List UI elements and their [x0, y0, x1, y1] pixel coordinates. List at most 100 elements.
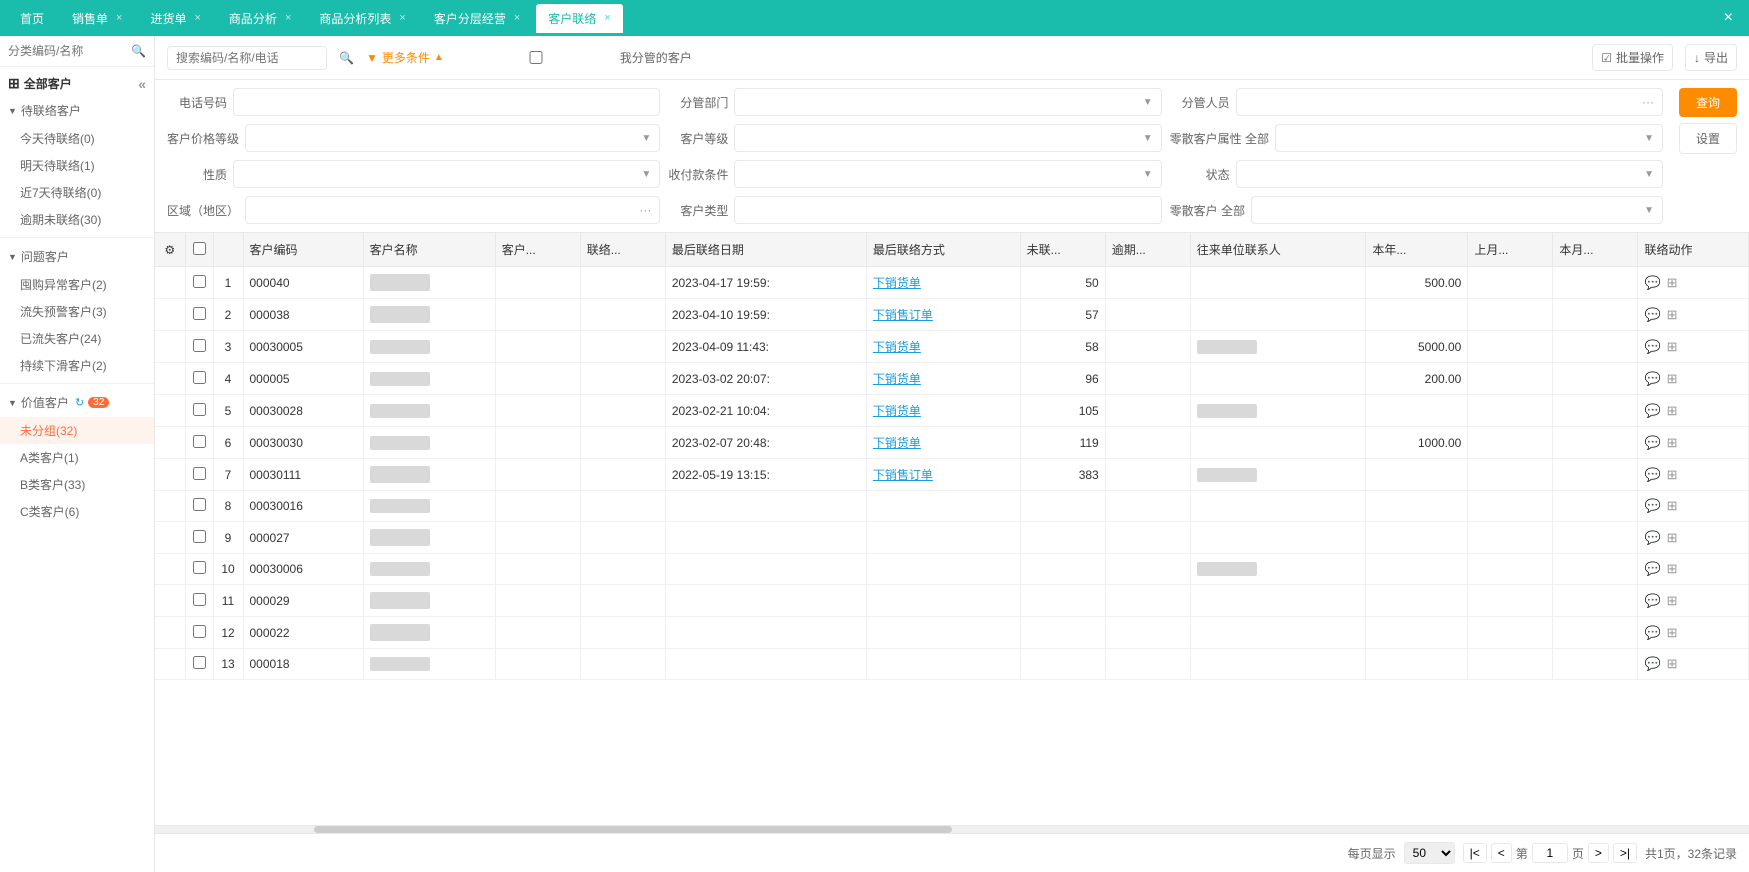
first-page-button[interactable]: |< — [1463, 843, 1487, 863]
nav-home[interactable]: 首页 — [8, 4, 56, 33]
chat-icon[interactable]: 💬 — [1644, 625, 1660, 641]
unit-contact-header[interactable]: 往来单位联系人 — [1190, 233, 1366, 267]
row-checkbox[interactable] — [193, 498, 206, 511]
chat-icon[interactable]: 💬 — [1644, 371, 1660, 387]
row-checkbox-cell[interactable] — [185, 267, 213, 299]
sidebar-item-churned[interactable]: 已流失客户(24) — [0, 325, 154, 352]
row-checkbox-cell[interactable] — [185, 554, 213, 585]
chat-icon[interactable]: 💬 — [1644, 593, 1660, 609]
retail-customer-select[interactable]: ▼ — [1251, 196, 1663, 224]
select-all-checkbox[interactable] — [193, 242, 206, 255]
manager-input[interactable]: ··· — [1236, 88, 1663, 116]
all-customers-header[interactable]: ⊞ 全部客户 « — [0, 67, 154, 96]
row-checkbox[interactable] — [193, 530, 206, 543]
nav-sales[interactable]: 销售单 × — [60, 4, 134, 33]
row-checkbox-cell[interactable] — [185, 585, 213, 617]
row-last-contact-way-cell[interactable] — [866, 585, 1020, 617]
batch-op-button[interactable]: ☑ 批量操作 — [1592, 44, 1673, 71]
row-checkbox[interactable] — [193, 467, 206, 480]
search-submit-icon[interactable]: 🔍 — [339, 51, 354, 65]
nav-product-analysis[interactable]: 商品分析 × — [217, 4, 303, 33]
type-header[interactable]: 客户... — [495, 233, 580, 267]
group-problem-customers[interactable]: ▼ 问题客户 — [0, 242, 154, 271]
my-customers-checkbox[interactable] — [456, 51, 616, 64]
next-page-button[interactable]: > — [1588, 843, 1609, 863]
row-last-contact-way-cell[interactable]: 下销货单 — [866, 395, 1020, 427]
contact-header[interactable]: 联络... — [580, 233, 665, 267]
search-icon[interactable]: 🔍 — [131, 44, 146, 58]
chat-icon[interactable]: 💬 — [1644, 530, 1660, 546]
customer-type-input[interactable] — [734, 196, 1161, 224]
close-purchase-icon[interactable]: × — [194, 12, 200, 24]
last-contact-way-header[interactable]: 最后联络方式 — [866, 233, 1020, 267]
chat-icon[interactable]: 💬 — [1644, 339, 1660, 355]
grid-action-icon[interactable]: ⊞ — [1667, 371, 1678, 387]
my-customers-checkbox-label[interactable]: 我分管的客户 — [456, 49, 692, 66]
close-all-button[interactable]: × — [1716, 9, 1741, 27]
not-contacted-header[interactable]: 未联... — [1020, 233, 1105, 267]
more-conditions-button[interactable]: ▼ 更多条件 ▲ — [366, 49, 444, 66]
row-last-contact-way-cell[interactable]: 下销货单 — [866, 267, 1020, 299]
settings-header[interactable]: ⚙ — [155, 233, 185, 267]
row-last-contact-way-cell[interactable]: 下销货单 — [866, 427, 1020, 459]
export-button[interactable]: ↓ 导出 — [1685, 44, 1737, 71]
sidebar-item-overdue[interactable]: 逾期未联络(30) — [0, 206, 154, 233]
refresh-icon[interactable]: ↻ — [75, 396, 84, 409]
chat-icon[interactable]: 💬 — [1644, 275, 1660, 291]
sidebar-item-tomorrow[interactable]: 明天待联络(1) — [0, 152, 154, 179]
row-checkbox-cell[interactable] — [185, 491, 213, 522]
row-last-contact-way-cell[interactable] — [866, 554, 1020, 585]
overdue-header[interactable]: 逾期... — [1105, 233, 1190, 267]
sidebar-item-class-c[interactable]: C类客户(6) — [0, 498, 154, 525]
row-checkbox[interactable] — [193, 561, 206, 574]
close-customer-segment-icon[interactable]: × — [514, 12, 520, 24]
page-number-input[interactable] — [1532, 843, 1568, 863]
row-checkbox-cell[interactable] — [185, 299, 213, 331]
category-search-input[interactable] — [8, 44, 127, 58]
prev-page-button[interactable]: < — [1491, 843, 1512, 863]
this-month-header[interactable]: 本月... — [1553, 233, 1638, 267]
row-checkbox-cell[interactable] — [185, 459, 213, 491]
contact-way-link[interactable]: 下销售订单 — [873, 308, 933, 322]
last-contact-date-header[interactable]: 最后联络日期 — [665, 233, 866, 267]
row-checkbox[interactable] — [193, 339, 206, 352]
close-customer-contact-icon[interactable]: × — [604, 12, 610, 24]
last-month-header[interactable]: 上月... — [1468, 233, 1553, 267]
row-checkbox[interactable] — [193, 307, 206, 320]
sidebar-item-week[interactable]: 近7天待联络(0) — [0, 179, 154, 206]
row-checkbox[interactable] — [193, 371, 206, 384]
reset-button[interactable]: 设置 — [1679, 123, 1737, 154]
row-checkbox[interactable] — [193, 403, 206, 416]
grid-action-icon[interactable]: ⊞ — [1667, 593, 1678, 609]
chat-icon[interactable]: 💬 — [1644, 656, 1660, 672]
row-checkbox-cell[interactable] — [185, 395, 213, 427]
close-product-list-icon[interactable]: × — [399, 12, 405, 24]
sidebar-search-area[interactable]: 🔍 — [0, 36, 154, 67]
row-checkbox[interactable] — [193, 593, 206, 606]
chat-icon[interactable]: 💬 — [1644, 307, 1660, 323]
grid-action-icon[interactable]: ⊞ — [1667, 561, 1678, 577]
grid-action-icon[interactable]: ⊞ — [1667, 339, 1678, 355]
grid-action-icon[interactable]: ⊞ — [1667, 498, 1678, 514]
grid-action-icon[interactable]: ⊞ — [1667, 403, 1678, 419]
chat-icon[interactable]: 💬 — [1644, 467, 1660, 483]
row-checkbox-cell[interactable] — [185, 522, 213, 554]
row-last-contact-way-cell[interactable] — [866, 491, 1020, 522]
sidebar-item-declining[interactable]: 持续下滑客户(2) — [0, 352, 154, 379]
collapse-sidebar-icon[interactable]: « — [138, 76, 146, 92]
price-level-select[interactable]: ▼ — [245, 124, 660, 152]
sidebar-item-today[interactable]: 今天待联络(0) — [0, 125, 154, 152]
grid-action-icon[interactable]: ⊞ — [1667, 530, 1678, 546]
group-pending-contact[interactable]: ▼ 待联络客户 — [0, 96, 154, 125]
row-last-contact-way-cell[interactable] — [866, 649, 1020, 680]
status-select[interactable]: ▼ — [1236, 160, 1663, 188]
grid-action-icon[interactable]: ⊞ — [1667, 625, 1678, 641]
contact-way-link[interactable]: 下销货单 — [873, 436, 921, 450]
dept-select[interactable]: ▼ — [734, 88, 1161, 116]
grid-action-icon[interactable]: ⊞ — [1667, 467, 1678, 483]
grid-action-icon[interactable]: ⊞ — [1667, 435, 1678, 451]
payment-select[interactable]: ▼ — [734, 160, 1161, 188]
chat-icon[interactable]: 💬 — [1644, 403, 1660, 419]
nav-customer-contact[interactable]: 客户联络 × — [536, 4, 622, 33]
nature-select[interactable]: ▼ — [233, 160, 660, 188]
